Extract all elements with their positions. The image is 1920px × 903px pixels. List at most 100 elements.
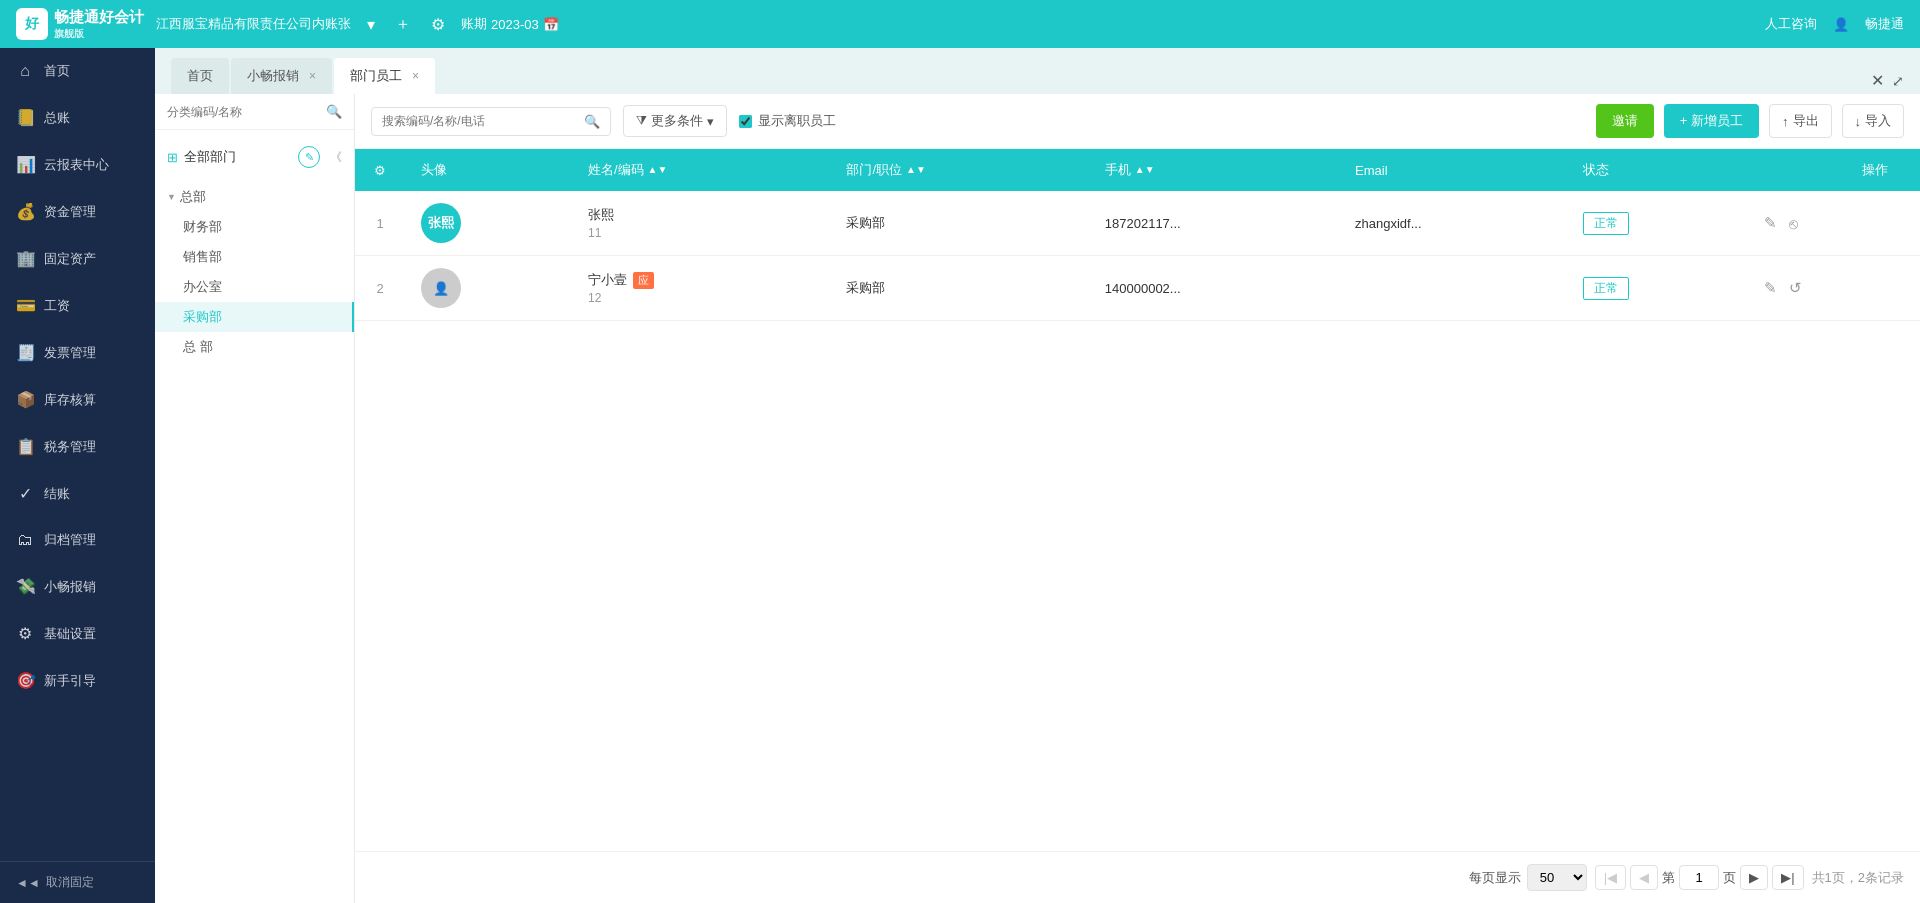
sidebar-item-inventory[interactable]: 📦 库存核算 (0, 376, 155, 423)
employee-search-box[interactable]: 🔍 (371, 107, 611, 136)
sidebar-item-ledger[interactable]: 📒 总账 (0, 94, 155, 141)
invite-button[interactable]: 邀请 (1596, 104, 1654, 138)
add-icon[interactable]: ＋ (391, 10, 415, 39)
all-dept-item[interactable]: ⊞ 全部部门 ✎ 《 (155, 138, 354, 176)
phone-cell-2: 140000002... (1089, 256, 1339, 321)
th-name-code[interactable]: 姓名/编码 ▲▼ (572, 149, 830, 191)
emp-name-2: 宁小壹 (588, 271, 627, 289)
logout-icon-1[interactable]: ⎋ (1789, 215, 1798, 232)
sidebar-item-settings[interactable]: ⚙ 基础设置 (0, 610, 155, 657)
dept-child-general[interactable]: 总 部 (155, 332, 354, 362)
guide-icon: 🎯 (16, 671, 34, 690)
sidebar-item-label: 小畅报销 (44, 578, 96, 596)
sidebar-item-assets[interactable]: 🏢 固定资产 (0, 235, 155, 282)
sidebar-item-label: 税务管理 (44, 438, 96, 456)
import-button[interactable]: ↓ 导入 (1842, 104, 1905, 138)
th-phone[interactable]: 手机 ▲▼ (1089, 149, 1339, 191)
logo-area: 好 畅捷通好会计 旗舰版 (16, 8, 144, 41)
tab-expense-close[interactable]: × (309, 69, 316, 83)
dept-child-office[interactable]: 办公室 (155, 272, 354, 302)
show-resigned-label[interactable]: 显示离职员工 (739, 112, 836, 130)
tab-expense[interactable]: 小畅报销 × (231, 58, 332, 94)
page-size-dropdown[interactable]: 50 10 20 100 (1527, 864, 1587, 891)
top-bar: 好 畅捷通好会计 旗舰版 江西服宝精品有限责任公司内账张 ▾ ＋ ⚙ 账期 20… (0, 0, 1920, 48)
th-actions: 操作 (1748, 149, 1920, 191)
ai-consult-btn[interactable]: 人工咨询 (1765, 15, 1817, 33)
sidebar-item-label: 库存核算 (44, 391, 96, 409)
dept-child-purchase[interactable]: 采购部 (155, 302, 354, 332)
last-page-btn[interactable]: ▶| (1772, 865, 1803, 890)
edit-icon-1[interactable]: ✎ (1764, 214, 1777, 232)
add-employee-button[interactable]: + 新增员工 (1664, 104, 1759, 138)
sidebar-item-label: 云报表中心 (44, 156, 109, 174)
sidebar-item-home[interactable]: ⌂ 首页 (0, 48, 155, 94)
avatar-1: 张熙 (421, 203, 461, 243)
th-dept-position[interactable]: 部门/职位 ▲▼ (830, 149, 1088, 191)
dept-collapse-icon[interactable]: 《 (330, 149, 342, 166)
page-input[interactable] (1679, 865, 1719, 890)
edit-icon-2[interactable]: ✎ (1764, 279, 1777, 297)
chevron-down-icon: ▾ (707, 114, 714, 129)
sidebar-item-salary[interactable]: 💳 工资 (0, 282, 155, 329)
calendar-icon[interactable]: 📅 (543, 17, 559, 32)
company-selector[interactable]: 江西服宝精品有限责任公司内账张 (156, 15, 351, 33)
employee-search-icon[interactable]: 🔍 (584, 114, 600, 129)
filter-bar: 🔍 ⧩ 更多条件 ▾ 显示离职员工 邀请 + (355, 94, 1920, 149)
sidebar-item-guide[interactable]: 🎯 新手引导 (0, 657, 155, 704)
more-conditions-btn[interactable]: ⧩ 更多条件 ▾ (623, 105, 727, 137)
closing-icon: ✓ (16, 484, 34, 503)
action-buttons: 邀请 + 新增员工 ↑ 导出 ↓ 导入 (1596, 104, 1904, 138)
user-avatar-icon: 👤 (1833, 17, 1849, 32)
th-settings[interactable]: ⚙ (355, 149, 405, 191)
name-code-cell-1: 张熙 11 (572, 191, 830, 256)
dept-search-icon[interactable]: 🔍 (326, 104, 342, 119)
settings-icon[interactable]: ⚙ (427, 11, 449, 38)
employee-search-input[interactable] (382, 114, 578, 128)
sidebar-item-label: 资金管理 (44, 203, 96, 221)
dept-child-sales[interactable]: 销售部 (155, 242, 354, 272)
sidebar-item-closing[interactable]: ✓ 结账 (0, 470, 155, 517)
content-area: 首页 小畅报销 × 部门员工 × ✕ ⤢ 🔍 (155, 48, 1920, 903)
salary-icon: 💳 (16, 296, 34, 315)
next-page-btn[interactable]: ▶ (1740, 865, 1768, 890)
sidebar-item-label: 新手引导 (44, 672, 96, 690)
expand-icon[interactable]: ⤢ (1892, 73, 1904, 89)
table-header-row: ⚙ 头像 姓名/编码 ▲▼ (355, 149, 1920, 191)
sidebar-item-invoice[interactable]: 🧾 发票管理 (0, 329, 155, 376)
sidebar-item-tax[interactable]: 📋 税务管理 (0, 423, 155, 470)
dept-cell-1: 采购部 (830, 191, 1088, 256)
phone-cell-1: 187202117... (1089, 191, 1339, 256)
app-logo: 好 (16, 8, 48, 40)
all-dept-label: 全部部门 (184, 148, 236, 166)
close-window-icon[interactable]: ✕ (1871, 71, 1884, 90)
tab-home[interactable]: 首页 (171, 58, 229, 94)
sidebar-item-archive[interactable]: 🗂 归档管理 (0, 517, 155, 563)
export-button[interactable]: ↑ 导出 (1769, 104, 1832, 138)
reset-icon-2[interactable]: ↺ (1789, 279, 1802, 297)
unpin-label: 取消固定 (46, 874, 94, 891)
dept-child-finance[interactable]: 财务部 (155, 212, 354, 242)
tab-employees-close[interactable]: × (412, 69, 419, 83)
dept-search-input[interactable] (167, 105, 320, 119)
th-status: 状态 (1567, 149, 1748, 191)
sidebar-item-expense[interactable]: 💸 小畅报销 (0, 563, 155, 610)
dept-parent-headquarter[interactable]: 总部 (155, 182, 354, 212)
sidebar-item-funds[interactable]: 💰 资金管理 (0, 188, 155, 235)
dept-edit-icon[interactable]: ✎ (298, 146, 320, 168)
show-resigned-checkbox[interactable] (739, 115, 752, 128)
unpin-button[interactable]: ◄◄ 取消固定 (0, 861, 155, 903)
th-email: Email (1339, 149, 1567, 191)
prev-page-btn[interactable]: ◀ (1630, 865, 1658, 890)
settings-sidebar-icon: ⚙ (16, 624, 34, 643)
dropdown-icon[interactable]: ▾ (363, 11, 379, 38)
page-prefix: 第 (1662, 869, 1675, 887)
row-num-2: 2 (355, 256, 405, 321)
first-page-btn[interactable]: |◀ (1595, 865, 1626, 890)
user-name[interactable]: 畅捷通 (1865, 15, 1904, 33)
tab-bar: 首页 小畅报销 × 部门员工 × ✕ ⤢ (155, 48, 1920, 94)
table-row: 2 👤 宁小壹 应 (355, 256, 1920, 321)
sidebar-item-label: 归档管理 (44, 531, 96, 549)
sidebar-item-reports[interactable]: 📊 云报表中心 (0, 141, 155, 188)
sidebar: ⌂ 首页 📒 总账 📊 云报表中心 💰 资金管理 🏢 固定资产 💳 工资 🧾 发… (0, 48, 155, 903)
tab-employees[interactable]: 部门员工 × (334, 58, 435, 94)
